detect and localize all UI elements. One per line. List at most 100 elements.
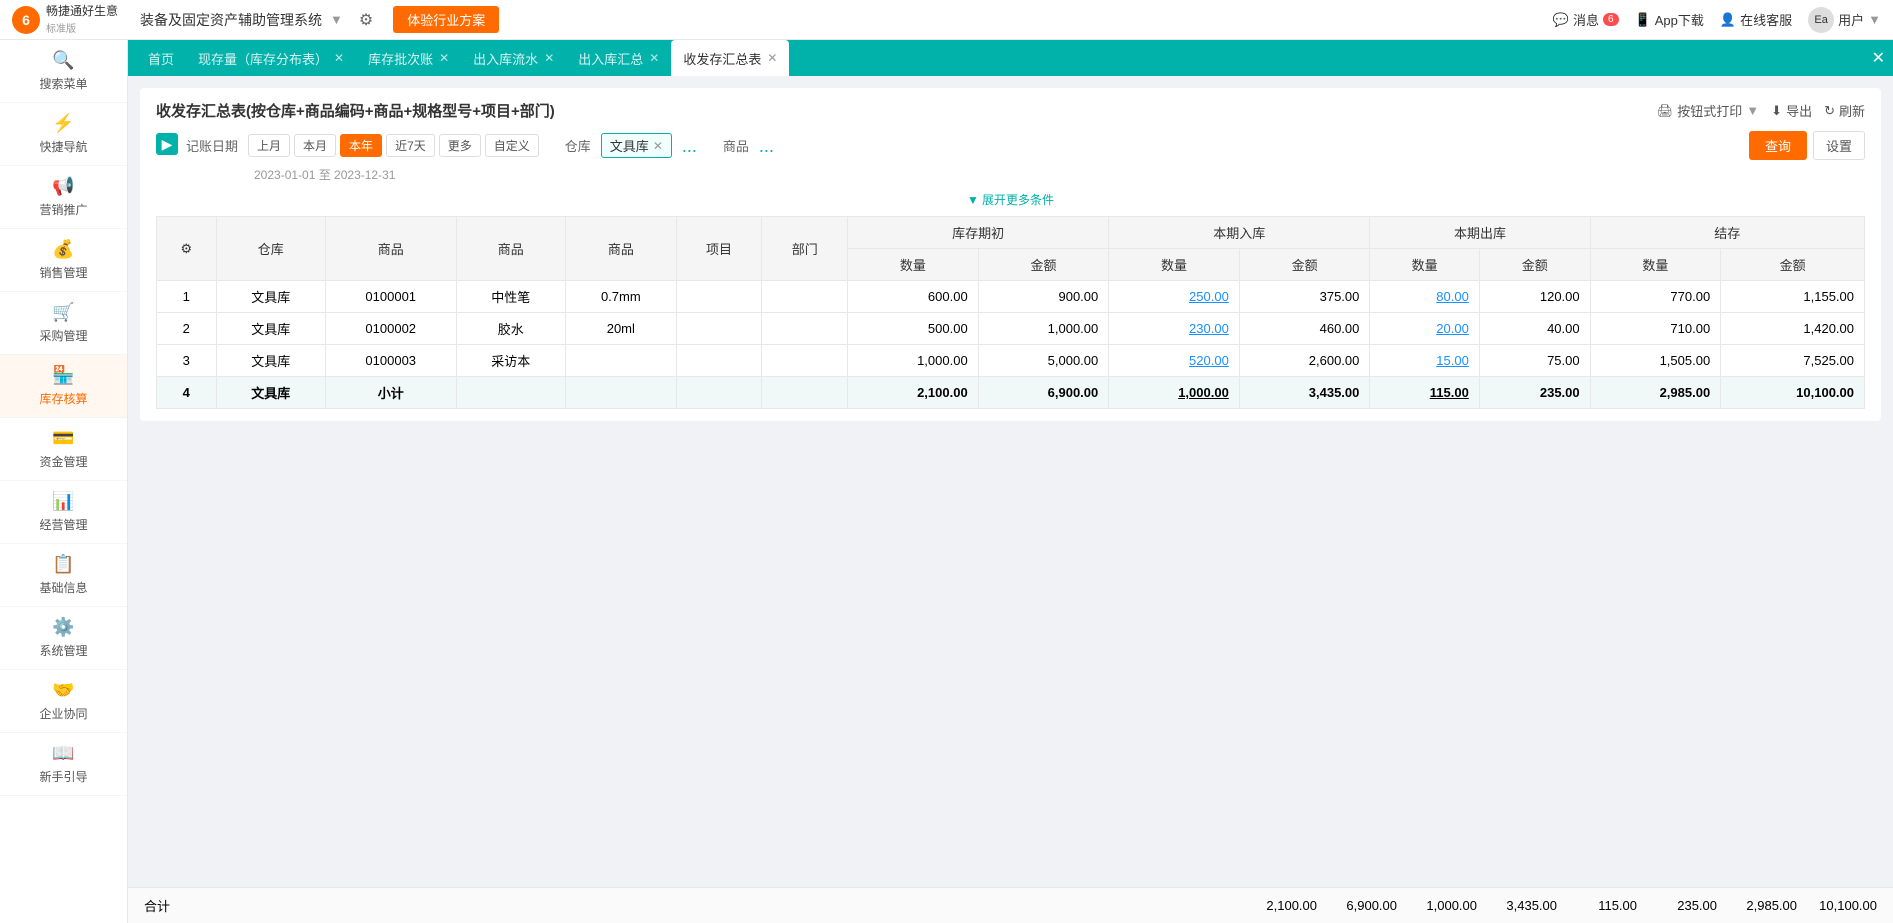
refresh-button[interactable]: ↻ 刷新 <box>1824 101 1865 120</box>
print-button[interactable]: 🖨 按钮式打印 ▼ <box>1657 101 1759 120</box>
tab-close-batch[interactable]: ✕ <box>439 51 449 65</box>
sidebar-item-marketing[interactable]: 📢 营销推广 <box>0 166 127 229</box>
warehouse-tag-close[interactable]: ✕ <box>653 139 663 153</box>
logo-text: 畅捷通好生意 标准版 <box>46 4 118 35</box>
export-icon: ⬇ <box>1771 103 1782 119</box>
print-icon: 🖨 <box>1657 103 1674 119</box>
online-service-item[interactable]: 👤 在线客服 <box>1720 10 1792 29</box>
total-bar: 合计 2,100.00 6,900.00 1,000.00 3,435.00 1… <box>128 887 1893 923</box>
cell-out-qty[interactable]: 15.00 <box>1370 345 1479 377</box>
expand-button[interactable]: ▼ 展开更多条件 <box>967 191 1054 208</box>
goods-more[interactable]: ... <box>759 137 774 155</box>
col-group-end: 结存 <box>1590 217 1864 249</box>
tab-recv-summary[interactable]: 收发存汇总表 ✕ <box>671 40 789 76</box>
tab-close-inout-summary[interactable]: ✕ <box>649 51 659 65</box>
col-group-open: 库存期初 <box>848 217 1109 249</box>
action-bar-right: 🖨 按钮式打印 ▼ ⬇ 导出 ↻ 刷新 <box>1657 101 1865 120</box>
sidebar-item-search[interactable]: 🔍 搜索菜单 <box>0 40 127 103</box>
subtotal-end-amt: 10,100.00 <box>1721 377 1865 409</box>
page-card: 收发存汇总表(按仓库+商品编码+商品+规格型号+项目+部门) 🖨 按钮式打印 ▼… <box>140 88 1881 421</box>
sidebar-label-quick: 快捷导航 <box>39 138 87 155</box>
sidebar-label-guide: 新手引导 <box>39 768 87 785</box>
sidebar-item-basic[interactable]: 📋 基础信息 <box>0 544 127 607</box>
cell-end-qty: 1,505.00 <box>1590 345 1721 377</box>
export-button[interactable]: ⬇ 导出 <box>1771 101 1812 120</box>
col-out-amt: 金额 <box>1479 249 1590 281</box>
tab-inout-flow[interactable]: 出入库流水 ✕ <box>461 40 566 76</box>
page-title: 收发存汇总表(按仓库+商品编码+商品+规格型号+项目+部门) <box>156 100 555 121</box>
sidebar-label-finance: 资金管理 <box>39 453 87 470</box>
cell-project <box>676 345 762 377</box>
sidebar-label-sales: 销售管理 <box>39 264 87 281</box>
message-item[interactable]: 💬 消息 6 <box>1553 10 1619 29</box>
close-all-tabs[interactable]: ✕ <box>1872 48 1885 68</box>
sidebar-label-purchase: 采购管理 <box>39 327 87 344</box>
gear-icon[interactable]: ⚙ <box>359 10 373 30</box>
tab-batch[interactable]: 库存批次账 ✕ <box>356 40 461 76</box>
tab-inventory-dist[interactable]: 现存量（库存分布表） ✕ <box>186 40 356 76</box>
cell-open-amt: 900.00 <box>978 281 1109 313</box>
date-btn-this-year[interactable]: 本年 <box>340 134 382 157</box>
date-btn-custom[interactable]: 自定义 <box>485 134 539 157</box>
trial-button[interactable]: 体验行业方案 <box>393 6 499 33</box>
subtotal-out-qty: 115.00 <box>1370 377 1479 409</box>
sidebar-item-guide[interactable]: 📖 新手引导 <box>0 733 127 796</box>
tab-home[interactable]: 首页 <box>136 40 186 76</box>
cell-spec: 0.7mm <box>565 281 676 313</box>
subtotal-warehouse: 文具库 <box>216 377 325 409</box>
app-download-item[interactable]: 📱 App下载 <box>1635 10 1704 29</box>
sidebar-item-inventory[interactable]: 🏪 库存核算 <box>0 355 127 418</box>
cell-out-amt: 120.00 <box>1479 281 1590 313</box>
col-end-amt: 金额 <box>1721 249 1865 281</box>
date-btn-last-month[interactable]: 上月 <box>248 134 290 157</box>
user-item[interactable]: Ea 用户 ▼ <box>1808 7 1881 33</box>
settings-button[interactable]: 设置 <box>1813 131 1865 160</box>
filter-toggle-button[interactable]: ▶ <box>156 133 178 155</box>
tab-inout-summary[interactable]: 出入库汇总 ✕ <box>566 40 671 76</box>
date-btn-7days[interactable]: 近7天 <box>386 134 435 157</box>
basic-icon: 📋 <box>52 554 74 575</box>
tab-bar: 首页 现存量（库存分布表） ✕ 库存批次账 ✕ 出入库流水 ✕ 出入库汇总 ✕ … <box>128 40 1893 76</box>
total-open-qty: 2,100.00 <box>1237 898 1317 913</box>
cell-dept <box>762 281 848 313</box>
sidebar-item-purchase[interactable]: 🛒 采购管理 <box>0 292 127 355</box>
cell-out-qty[interactable]: 80.00 <box>1370 281 1479 313</box>
sidebar-item-finance[interactable]: 💳 资金管理 <box>0 418 127 481</box>
sidebar-item-enterprise[interactable]: 🤝 企业协同 <box>0 670 127 733</box>
col-no: ⚙ <box>157 217 217 281</box>
system-name-area: 装备及固定资产辅助管理系统 ▼ ⚙ 体验行业方案 <box>140 6 1553 33</box>
subtotal-end-qty: 2,985.00 <box>1590 377 1721 409</box>
query-button[interactable]: 查询 <box>1749 131 1807 160</box>
sidebar-item-system[interactable]: ⚙️ 系统管理 <box>0 607 127 670</box>
cell-out-amt: 40.00 <box>1479 313 1590 345</box>
cell-in-qty[interactable]: 250.00 <box>1109 281 1240 313</box>
cell-spec <box>565 345 676 377</box>
sidebar-item-quick[interactable]: ⚡ 快捷导航 <box>0 103 127 166</box>
page-area: 收发存汇总表(按仓库+商品编码+商品+规格型号+项目+部门) 🖨 按钮式打印 ▼… <box>128 76 1893 923</box>
sidebar-item-sales[interactable]: 💰 销售管理 <box>0 229 127 292</box>
cell-in-amt: 2,600.00 <box>1239 345 1370 377</box>
tab-close-recv-summary[interactable]: ✕ <box>767 51 777 65</box>
top-right: 💬 消息 6 📱 App下载 👤 在线客服 Ea 用户 ▼ <box>1553 7 1881 33</box>
filter-line2: 2023-01-01 至 2023-12-31 <box>186 166 1865 183</box>
warehouse-more[interactable]: ... <box>682 137 697 155</box>
system-dropdown-icon[interactable]: ▼ <box>330 12 343 27</box>
date-btn-this-month[interactable]: 本月 <box>294 134 336 157</box>
cell-name: 中性笔 <box>456 281 565 313</box>
cell-in-amt: 375.00 <box>1239 281 1370 313</box>
sidebar-item-operations[interactable]: 📊 经营管理 <box>0 481 127 544</box>
sidebar-label-enterprise: 企业协同 <box>39 705 87 722</box>
cell-in-qty[interactable]: 230.00 <box>1109 313 1240 345</box>
tab-close-inventory-dist[interactable]: ✕ <box>334 51 344 65</box>
cell-in-qty[interactable]: 520.00 <box>1109 345 1240 377</box>
tab-close-inout-flow[interactable]: ✕ <box>544 51 554 65</box>
subtotal-in-qty: 1,000.00 <box>1109 377 1240 409</box>
avatar: Ea <box>1808 7 1834 33</box>
data-table: ⚙ 仓库 商品 商品 商品 项目 部门 库存期初 本期入库 本期出库 结存 <box>156 216 1865 409</box>
cell-out-qty[interactable]: 20.00 <box>1370 313 1479 345</box>
date-btn-more[interactable]: 更多 <box>439 134 481 157</box>
settings-icon[interactable]: ⚙ <box>180 241 192 256</box>
operations-icon: 📊 <box>52 491 74 512</box>
total-in-amt: 3,435.00 <box>1477 898 1557 913</box>
cell-code: 0100001 <box>325 281 456 313</box>
